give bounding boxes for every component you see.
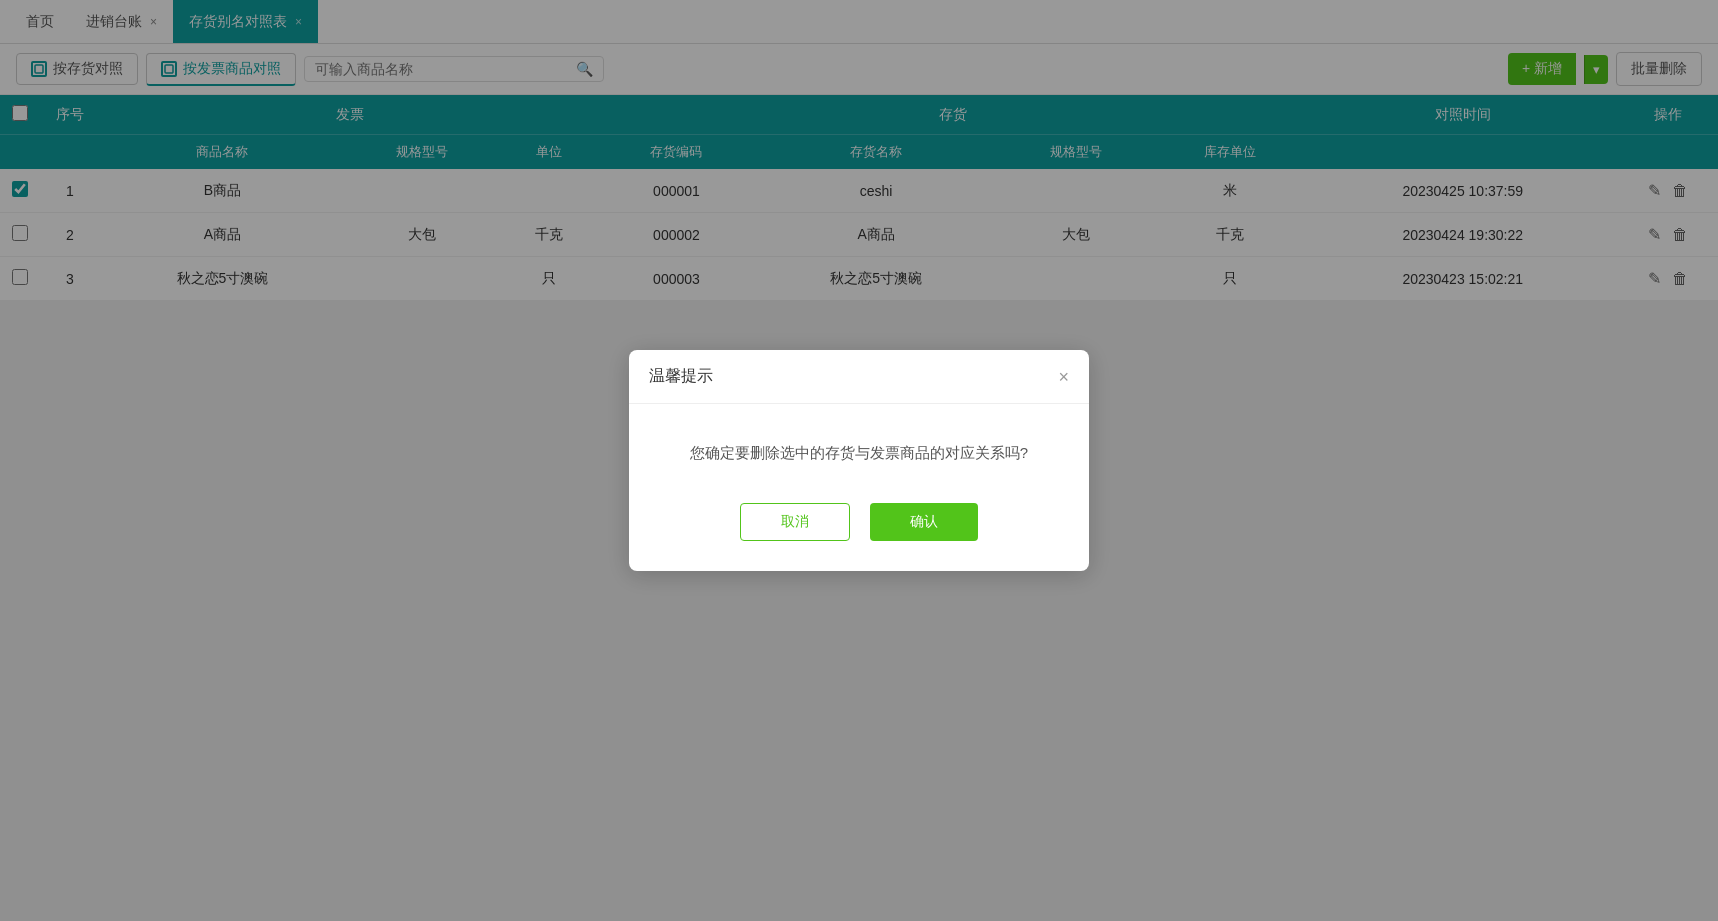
dialog-overlay: 温馨提示 × 您确定要删除选中的存货与发票商品的对应关系吗? 取消 确认 (0, 0, 1718, 301)
